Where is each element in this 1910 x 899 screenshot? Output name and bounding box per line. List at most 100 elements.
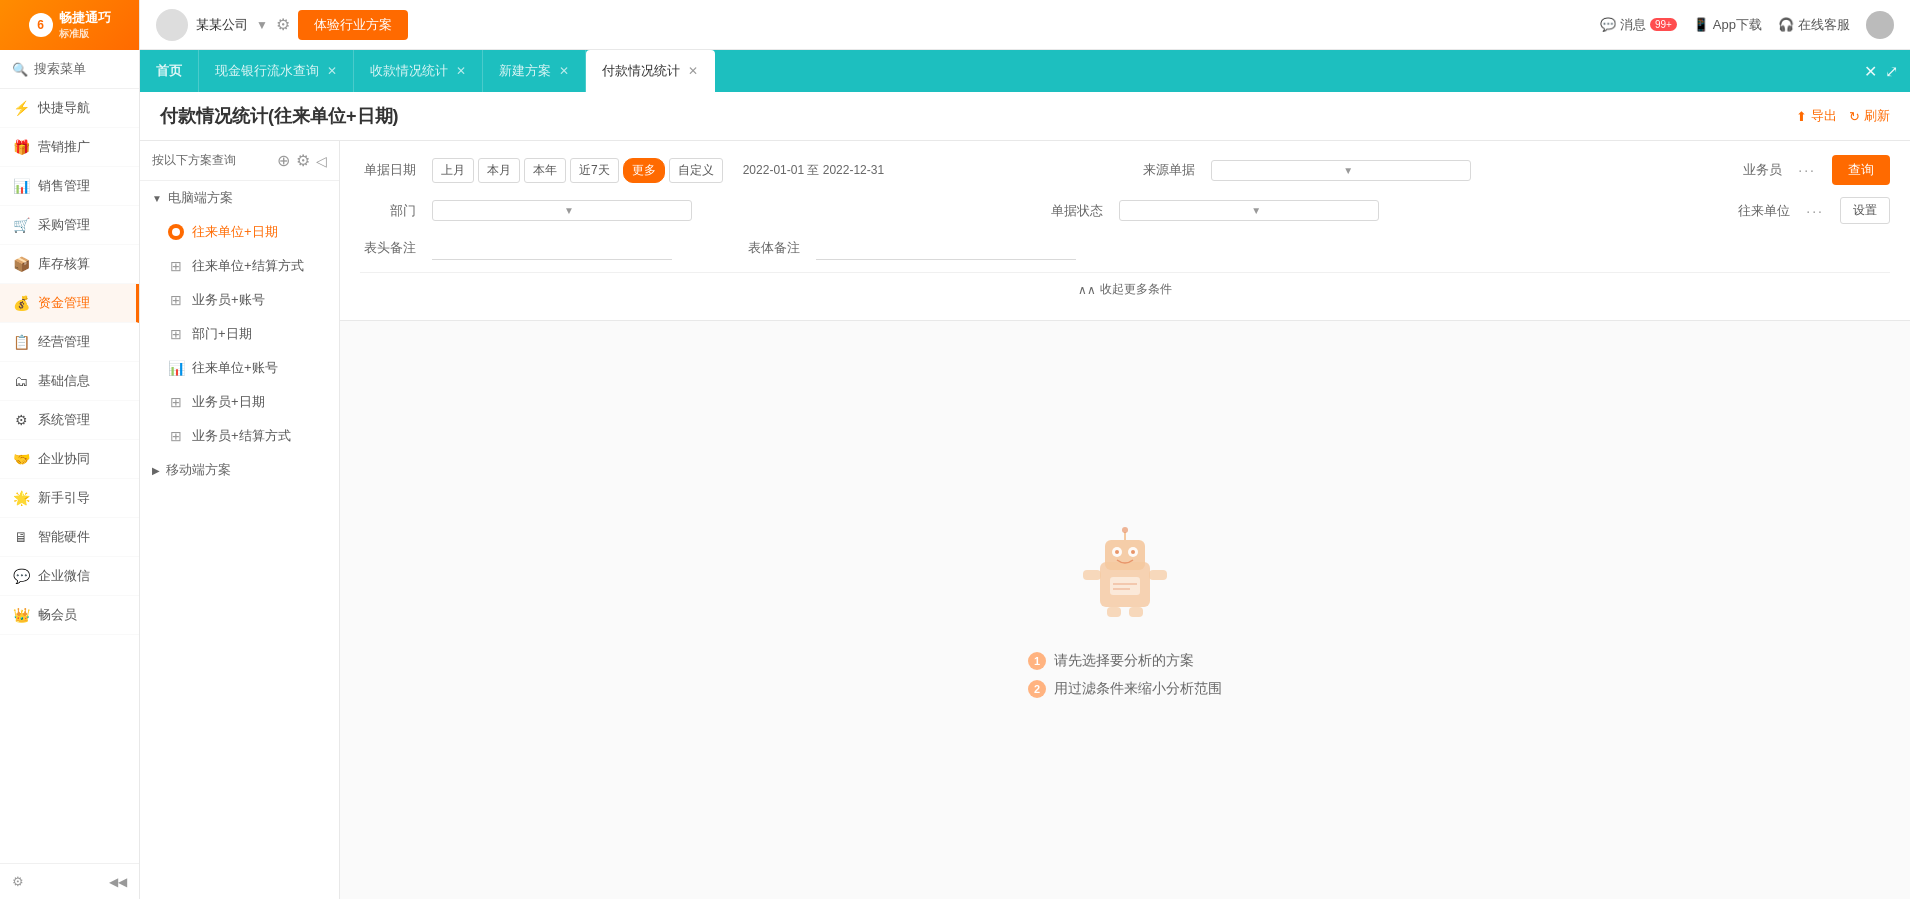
dept-label: 部门: [360, 202, 416, 220]
staff-dots[interactable]: ···: [1798, 162, 1816, 178]
scheme-staff-settle-icon: ⊞: [168, 428, 184, 444]
date-btn-this-year[interactable]: 本年: [524, 158, 566, 183]
message-action[interactable]: 💬 消息 99+: [1600, 16, 1677, 34]
sidebar-item-purchase[interactable]: 🛒 采购管理: [0, 206, 139, 245]
date-btn-this-month[interactable]: 本月: [478, 158, 520, 183]
desktop-group-header[interactable]: ▼ 电脑端方案: [140, 181, 339, 215]
right-panel: 单据日期 上月 本月 本年 近7天 更多 自定义 2022-01-01 至 20…: [340, 141, 1910, 899]
tab-new-scheme[interactable]: 新建方案 ✕: [483, 50, 586, 92]
search-menu-label: 搜索菜单: [34, 60, 86, 78]
inventory-label: 库存核算: [38, 255, 90, 273]
export-btn[interactable]: ⬆ 导出: [1796, 107, 1837, 125]
scheme-staff-account-label: 业务员+账号: [192, 291, 265, 309]
sales-label: 销售管理: [38, 177, 90, 195]
sidebar-item-guide[interactable]: 🌟 新手引导: [0, 479, 139, 518]
tab-new-scheme-close-icon[interactable]: ✕: [559, 64, 569, 78]
scheme-item-unit-settle[interactable]: ⊞ 往来单位+结算方式: [140, 249, 339, 283]
tab-payment[interactable]: 付款情况统计 ✕: [586, 50, 715, 92]
voucher-status-select[interactable]: ▼: [1119, 200, 1379, 221]
capital-label: 资金管理: [38, 294, 90, 312]
collapse-label: 收起更多条件: [1100, 281, 1172, 298]
dept-select[interactable]: ▼: [432, 200, 692, 221]
sidebar-item-operation[interactable]: 📋 经营管理: [0, 323, 139, 362]
sidebar-item-capital[interactable]: 💰 资金管理: [0, 284, 139, 323]
source-chevron-icon: ▼: [1343, 165, 1460, 176]
scheme-item-staff-date[interactable]: ⊞ 业务员+日期: [140, 385, 339, 419]
tab-close-all-icon[interactable]: ✕: [1864, 62, 1877, 81]
sidebar-item-quick-nav[interactable]: ⚡ 快捷导航: [0, 89, 139, 128]
refresh-btn[interactable]: ↻ 刷新: [1849, 107, 1890, 125]
bottom-collapse-icon[interactable]: ◀◀: [109, 875, 127, 889]
scheme-panel-title: 按以下方案查询: [152, 152, 236, 169]
scheme-unit-date-label: 往来单位+日期: [192, 223, 278, 241]
svg-rect-10: [1149, 570, 1167, 580]
scheme-item-dept-date[interactable]: ⊞ 部门+日期: [140, 317, 339, 351]
guide-label: 新手引导: [38, 489, 90, 507]
mobile-group-header[interactable]: ▶ 移动端方案: [140, 453, 339, 487]
sidebar-item-hardware[interactable]: 🖥 智能硬件: [0, 518, 139, 557]
brand-edition: 标准版: [59, 27, 111, 41]
counterpart-dots[interactable]: ···: [1806, 203, 1824, 219]
online-service-action[interactable]: 🎧 在线客服: [1778, 16, 1850, 34]
nav-list: ⚡ 快捷导航 🎁 营销推广 📊 销售管理 🛒 采购管理 📦 库存核算 💰 资金管…: [0, 89, 139, 635]
search-icon: 🔍: [12, 62, 28, 77]
service-icon: 🎧: [1778, 17, 1794, 32]
sidebar-item-inventory[interactable]: 📦 库存核算: [0, 245, 139, 284]
sidebar-item-marketing[interactable]: 🎁 营销推广: [0, 128, 139, 167]
date-btn-last-month[interactable]: 上月: [432, 158, 474, 183]
source-select[interactable]: ▼: [1211, 160, 1471, 181]
sidebar-item-sales[interactable]: 📊 销售管理: [0, 167, 139, 206]
tab-payment-close-icon[interactable]: ✕: [688, 64, 698, 78]
scheme-panel-actions: ⊕ ⚙ ◁: [277, 151, 327, 170]
table-body-note-input[interactable]: [816, 236, 1076, 260]
purchase-label: 采购管理: [38, 216, 90, 234]
app-icon: 📱: [1693, 17, 1709, 32]
scheme-item-staff-account[interactable]: ⊞ 业务员+账号: [140, 283, 339, 317]
scheme-dept-date-icon: ⊞: [168, 326, 184, 342]
tab-maximize-icon[interactable]: ⤢: [1885, 62, 1898, 81]
sidebar-item-member[interactable]: 👑 畅会员: [0, 596, 139, 635]
scheme-item-unit-date[interactable]: 往来单位+日期: [140, 215, 339, 249]
scheme-item-unit-account[interactable]: 📊 往来单位+账号: [140, 351, 339, 385]
page-actions: ⬆ 导出 ↻ 刷新: [1796, 107, 1890, 125]
app-download-action[interactable]: 📱 App下载: [1693, 16, 1762, 34]
scheme-add-icon[interactable]: ⊕: [277, 151, 290, 170]
date-btn-custom[interactable]: 自定义: [669, 158, 723, 183]
table-header-note-input[interactable]: [432, 236, 672, 260]
sidebar-item-basic[interactable]: 🗂 基础信息: [0, 362, 139, 401]
topbar-settings-icon[interactable]: ⚙: [276, 15, 290, 34]
scheme-settings-icon[interactable]: ⚙: [296, 151, 310, 170]
page-header: 付款情况统计(往来单位+日期) ⬆ 导出 ↻ 刷新: [140, 92, 1910, 141]
date-btn-7days[interactable]: 近7天: [570, 158, 619, 183]
scheme-item-staff-settle[interactable]: ⊞ 业务员+结算方式: [140, 419, 339, 453]
company-dropdown-icon[interactable]: ▼: [256, 18, 268, 32]
search-menu[interactable]: 🔍 搜索菜单: [0, 50, 139, 89]
tab-bank[interactable]: 现金银行流水查询 ✕: [199, 50, 354, 92]
tabs-end-actions: ✕ ⤢: [1852, 62, 1910, 81]
tab-payment-label: 付款情况统计: [602, 62, 680, 80]
tab-bank-close-icon[interactable]: ✕: [327, 64, 337, 78]
table-header-note-label: 表头备注: [360, 239, 416, 257]
tab-receipt[interactable]: 收款情况统计 ✕: [354, 50, 483, 92]
scheme-panel: 按以下方案查询 ⊕ ⚙ ◁ ▼ 电脑端方案: [140, 141, 340, 899]
filter-collapse-btn[interactable]: ∧∧ 收起更多条件: [360, 272, 1890, 306]
sidebar-item-wechat[interactable]: 💬 企业微信: [0, 557, 139, 596]
hardware-label: 智能硬件: [38, 528, 90, 546]
tab-receipt-close-icon[interactable]: ✕: [456, 64, 466, 78]
bottom-settings-icon[interactable]: ⚙: [12, 874, 24, 889]
filter-row-1: 单据日期 上月 本月 本年 近7天 更多 自定义 2022-01-01 至 20…: [360, 155, 1890, 185]
date-btn-more[interactable]: 更多: [623, 158, 665, 183]
sidebar-item-enterprise[interactable]: 🤝 企业协同: [0, 440, 139, 479]
svg-rect-2: [1105, 540, 1145, 570]
guide-icon: 🌟: [12, 489, 30, 507]
scheme-collapse-icon[interactable]: ◁: [316, 153, 327, 169]
trial-btn[interactable]: 体验行业方案: [298, 10, 408, 40]
sidebar-item-system[interactable]: ⚙ 系统管理: [0, 401, 139, 440]
user-avatar[interactable]: [1866, 11, 1894, 39]
mobile-arrow-icon: ▶: [152, 465, 160, 476]
tab-home[interactable]: 首页: [140, 50, 199, 92]
topbar-left: 某某公司 ▼ ⚙ 体验行业方案: [156, 9, 1588, 41]
tab-bar: 首页 现金银行流水查询 ✕ 收款情况统计 ✕ 新建方案 ✕ 付款情况统计 ✕ ✕…: [140, 50, 1910, 92]
query-btn[interactable]: 查询: [1832, 155, 1890, 185]
settings-btn[interactable]: 设置: [1840, 197, 1890, 224]
